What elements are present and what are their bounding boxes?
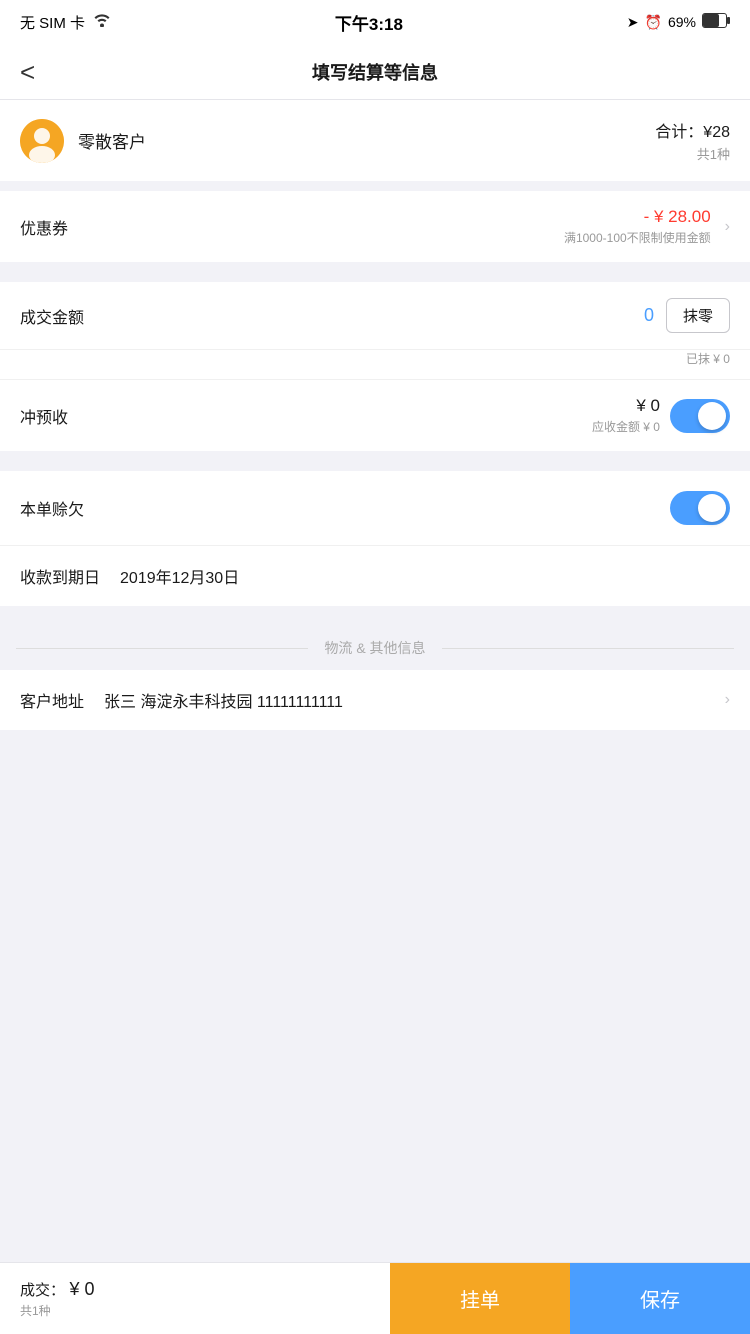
transaction-row: 成交金额 0 抹零 [0,282,750,350]
status-time: 下午3:18 [335,10,403,35]
bottom-transaction-line: 成交： ¥ 0 [20,1279,370,1300]
save-button[interactable]: 保存 [570,1263,750,1334]
battery-icon [702,13,730,31]
page-title: 填写结算等信息 [312,59,438,85]
section-divider-2 [0,461,750,471]
credit-row: 本单赊欠 [0,471,750,546]
due-date-row: 收款到期日 2019年12月30日 [0,546,750,606]
nav-bar: < 填写结算等信息 [0,44,750,100]
logistics-label: 物流 & 其他信息 [324,638,425,658]
logistics-line-right [442,648,734,649]
coupon-info: - ¥ 28.00 满1000-100不限制使用金额 [564,207,711,246]
alarm-icon: ⏰ [645,14,662,31]
bottom-transaction-amount: ¥ 0 [69,1279,94,1299]
transaction-card: 成交金额 0 抹零 已抹 ¥ 0 冲预收 ¥ 0 应收金额 ¥ 0 [0,282,750,451]
prepay-amount: ¥ 0 [592,396,660,416]
total-amount-label: 合计：¥28 [655,118,730,142]
address-chevron-icon: › [725,691,730,709]
section-divider-3 [0,616,750,626]
transaction-right-group: 0 抹零 [624,298,730,333]
customer-name: 零散客户 [78,128,146,153]
content-area: 零散客户 合计：¥28 共1种 优惠券 - ¥ 28.00 满1000-100不… [0,100,750,820]
status-bar: 无 SIM 卡 下午3:18 ➤ ⏰ 69% [0,0,750,44]
coupon-row[interactable]: 优惠券 - ¥ 28.00 满1000-100不限制使用金额 › [0,191,750,262]
avatar [20,119,64,163]
bottom-summary: 成交： ¥ 0 共1种 [0,1279,390,1319]
credit-toggle-knob [698,494,726,522]
back-button[interactable]: < [20,59,35,85]
prepay-right-group: ¥ 0 应收金额 ¥ 0 [592,396,730,435]
logistics-divider: 物流 & 其他信息 [0,626,750,670]
status-right: ➤ ⏰ 69% [627,13,730,31]
address-label: 客户地址 [20,688,84,712]
total-count-label: 共1种 [655,144,730,163]
prepay-label: 冲预收 [20,404,68,428]
coupon-label: 优惠券 [20,215,68,239]
transaction-value: 0 [624,305,654,326]
battery-label: 69% [668,14,696,30]
wifi-icon [93,13,111,31]
coupon-right: - ¥ 28.00 满1000-100不限制使用金额 › [564,207,730,246]
address-value: 张三 海淀永丰科技园 11111111111 [104,688,717,712]
bottom-count-label: 共1种 [20,1302,370,1319]
prepay-amounts: ¥ 0 应收金额 ¥ 0 [592,396,660,435]
bottom-transaction-label: 成交： [20,1282,65,1299]
due-date-value: 2019年12月30日 [120,564,239,588]
chevron-right-icon: › [725,218,730,236]
credit-label: 本单赊欠 [20,496,84,520]
user-avatar-icon [20,119,64,163]
carrier-label: 无 SIM 卡 [20,12,85,33]
toggle-knob [698,402,726,430]
customer-left: 零散客户 [20,119,146,163]
customer-total: 合计：¥28 共1种 [655,118,730,163]
address-row[interactable]: 客户地址 张三 海淀永丰科技园 11111111111 › [0,670,750,730]
receivable-amount: 应收金额 ¥ 0 [592,418,660,435]
prepay-toggle[interactable] [670,399,730,433]
transaction-label: 成交金额 [20,304,84,328]
coupon-card: 优惠券 - ¥ 28.00 满1000-100不限制使用金额 › [0,191,750,262]
due-date-label: 收款到期日 [20,564,100,588]
already-rounded-label: 已抹 ¥ 0 [0,350,750,379]
coupon-amount: - ¥ 28.00 [564,207,711,227]
pending-button[interactable]: 挂单 [390,1263,570,1334]
transaction-top: 0 抹零 [624,298,730,333]
location-icon: ➤ [627,14,639,31]
status-left: 无 SIM 卡 [20,12,111,33]
customer-row: 零散客户 合计：¥28 共1种 [0,100,750,181]
coupon-description: 满1000-100不限制使用金额 [564,229,711,246]
address-card: 客户地址 张三 海淀永丰科技园 11111111111 › [0,670,750,730]
prepay-row: 冲预收 ¥ 0 应收金额 ¥ 0 [0,379,750,451]
credit-card: 本单赊欠 收款到期日 2019年12月30日 [0,471,750,606]
round-zero-button[interactable]: 抹零 [666,298,730,333]
logistics-line-left [16,648,308,649]
bottom-bar: 成交： ¥ 0 共1种 挂单 保存 [0,1262,750,1334]
section-divider-1 [0,272,750,282]
customer-card: 零散客户 合计：¥28 共1种 [0,100,750,181]
credit-toggle[interactable] [670,491,730,525]
